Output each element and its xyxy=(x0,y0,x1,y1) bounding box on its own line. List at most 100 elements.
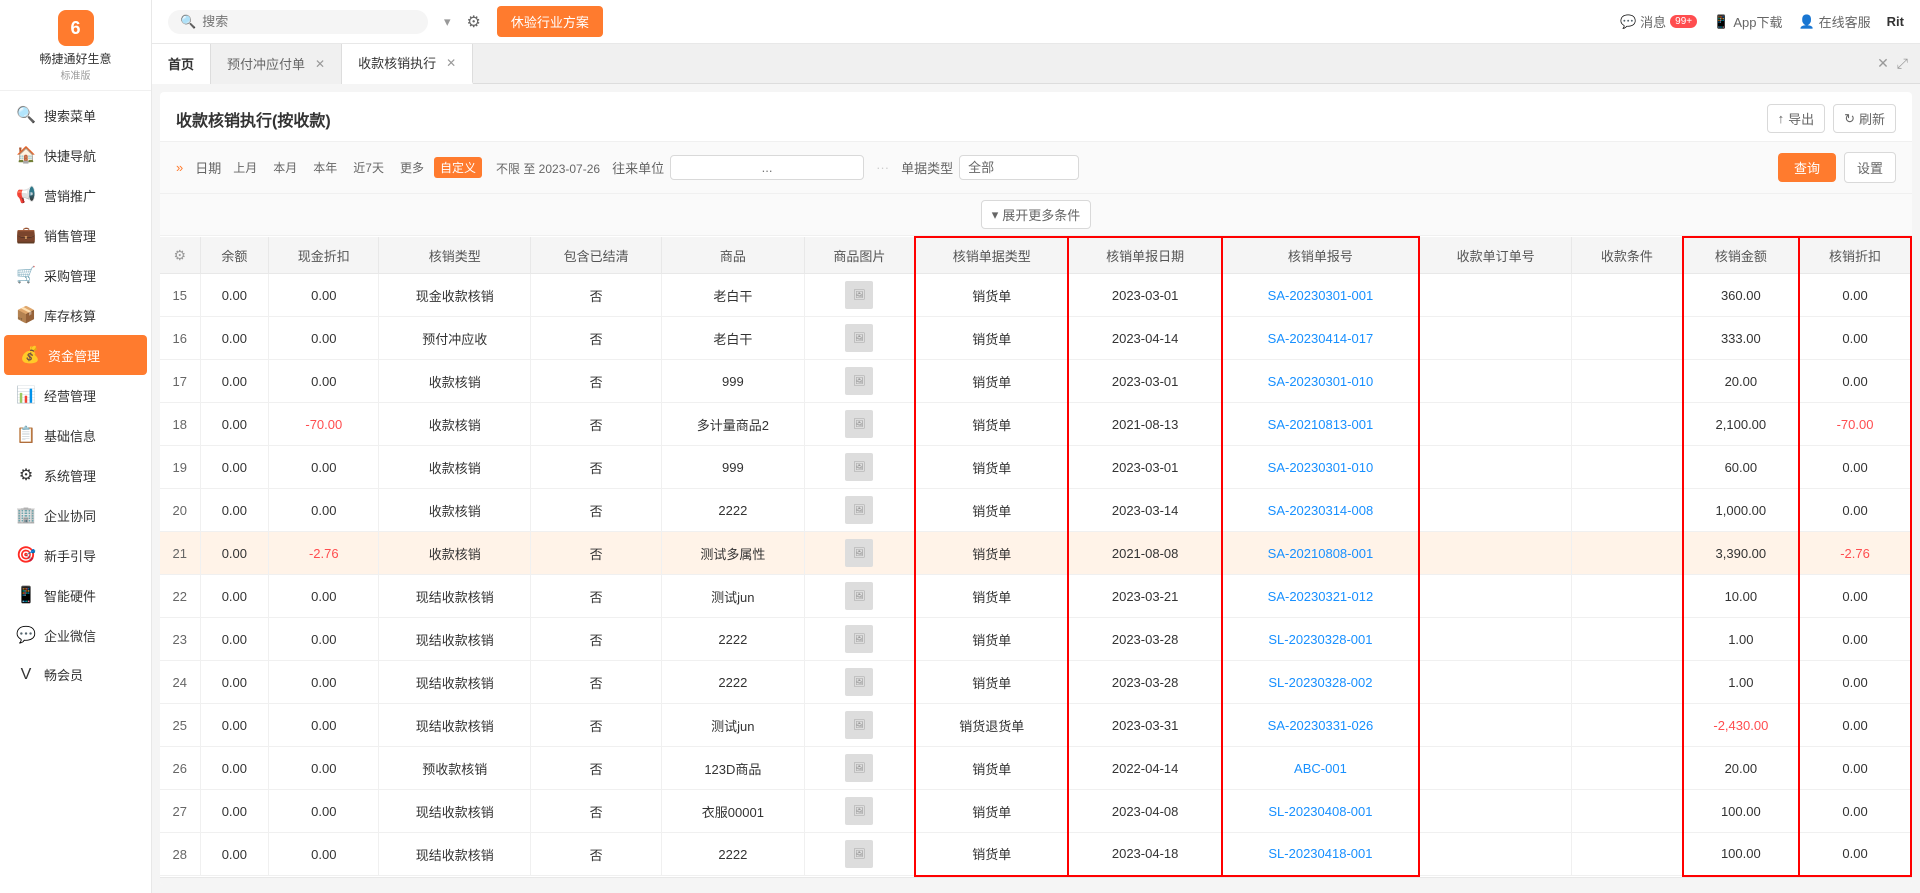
cell-cancel-voucher-no[interactable]: SA-20230301-010 xyxy=(1222,360,1419,403)
main-area: 🔍 ▾ ⚙ 休验行业方案 💬 消息 99+ 📱 App下载 👤 在线客服 Rit xyxy=(152,0,1920,893)
cell-id: 15 xyxy=(160,274,200,317)
search-input[interactable] xyxy=(202,14,382,29)
table-row[interactable]: 21 0.00 -2.76 收款核销 否 测试多属性 🖼 销货单 2021-08… xyxy=(160,532,1911,575)
filter-toggle-btn[interactable]: » xyxy=(176,160,183,175)
tab-home[interactable]: 首页 xyxy=(152,44,211,84)
cell-cancel-voucher-no[interactable]: SA-20230321-012 xyxy=(1222,575,1419,618)
table-row[interactable]: 15 0.00 0.00 现金收款核销 否 老白干 🖼 销货单 2023-03-… xyxy=(160,274,1911,317)
tab-collection-close[interactable]: ✕ xyxy=(446,56,456,70)
sidebar-item-inventory[interactable]: 📦库存核算 xyxy=(0,295,151,335)
cell-cancel-voucher-no[interactable]: SL-20230418-001 xyxy=(1222,833,1419,876)
table-row[interactable]: 16 0.00 0.00 预付冲应收 否 老白干 🖼 销货单 2023-04-1… xyxy=(160,317,1911,360)
table-row[interactable]: 17 0.00 0.00 收款核销 否 999 🖼 销货单 2023-03-01… xyxy=(160,360,1911,403)
sidebar-item-search[interactable]: 🔍搜索菜单 xyxy=(0,95,151,135)
sidebar-item-member[interactable]: V畅会员 xyxy=(0,655,151,694)
cell-cancel-voucher-no[interactable]: SA-20230301-010 xyxy=(1222,446,1419,489)
cell-cash-discount: -70.00 xyxy=(269,403,379,446)
cell-id: 17 xyxy=(160,360,200,403)
tab-expand-icon[interactable]: ⤢ xyxy=(1897,55,1908,72)
sidebar-item-marketing[interactable]: 📢营销推广 xyxy=(0,175,151,215)
cell-cancel-voucher-type: 销货单 xyxy=(915,489,1068,532)
cell-cancel-voucher-no[interactable]: SL-20230328-001 xyxy=(1222,618,1419,661)
message-area[interactable]: 💬 消息 99+ xyxy=(1620,12,1697,31)
tab-close-all-icon[interactable]: ✕ xyxy=(1877,55,1889,72)
cell-cancel-voucher-no[interactable]: SA-20230414-017 xyxy=(1222,317,1419,360)
cell-cancel-voucher-no[interactable]: SA-20230301-001 xyxy=(1222,274,1419,317)
sidebar-item-quick-nav[interactable]: 🏠快捷导航 xyxy=(0,135,151,175)
settings-icon[interactable]: ⚙ xyxy=(467,12,481,32)
date-opt-this-month[interactable]: 本月 xyxy=(267,157,303,178)
sidebar-item-sales[interactable]: 💼销售管理 xyxy=(0,215,151,255)
tab-prepay-close[interactable]: ✕ xyxy=(315,57,325,71)
col-settings-icon[interactable]: ⚙ xyxy=(173,247,186,263)
cell-product-img: 🖼 xyxy=(804,575,915,618)
cell-cancel-voucher-no[interactable]: ABC-001 xyxy=(1222,747,1419,790)
sidebar-item-corp[interactable]: 🏢企业协同 xyxy=(0,495,151,535)
cell-cancel-voucher-type: 销货单 xyxy=(915,575,1068,618)
app-download-area[interactable]: 📱 App下载 xyxy=(1713,12,1782,31)
cell-receipt-condition xyxy=(1572,661,1683,704)
table-row[interactable]: 22 0.00 0.00 现结收款核销 否 测试jun 🖼 销货单 2023-0… xyxy=(160,575,1911,618)
data-table: ⚙ 余额 现金折扣 核销类型 包含已结清 商品 商品图片 核销单据类型 核销单报… xyxy=(160,236,1912,877)
table-row[interactable]: 24 0.00 0.00 现结收款核销 否 2222 🖼 销货单 2023-03… xyxy=(160,661,1911,704)
table-row[interactable]: 26 0.00 0.00 预收款核销 否 123D商品 🖼 销货单 2022-0… xyxy=(160,747,1911,790)
expand-more-btn[interactable]: ▾ 展开更多条件 xyxy=(981,200,1092,229)
cell-cash-discount: 0.00 xyxy=(269,446,379,489)
cell-cancel-voucher-no[interactable]: SL-20230328-002 xyxy=(1222,661,1419,704)
date-opt-prev-month[interactable]: 上月 xyxy=(227,157,263,178)
sidebar-item-finance[interactable]: 💰资金管理 xyxy=(4,335,147,375)
topbar: 🔍 ▾ ⚙ 休验行业方案 💬 消息 99+ 📱 App下载 👤 在线客服 Rit xyxy=(152,0,1920,44)
cell-product-img: 🖼 xyxy=(804,446,915,489)
cell-cancel-discount: 0.00 xyxy=(1799,274,1911,317)
cell-cancel-voucher-no[interactable]: SA-20210808-001 xyxy=(1222,532,1419,575)
col-header-cash-discount: 现金折扣 xyxy=(269,237,379,274)
cell-id: 25 xyxy=(160,704,200,747)
table-row[interactable]: 20 0.00 0.00 收款核销 否 2222 🖼 销货单 2023-03-1… xyxy=(160,489,1911,532)
date-opt-7days[interactable]: 近7天 xyxy=(347,157,390,178)
sidebar-item-wechat[interactable]: 💬企业微信 xyxy=(0,615,151,655)
sidebar-item-system[interactable]: ⚙系统管理 xyxy=(0,455,151,495)
date-opt-this-year[interactable]: 本年 xyxy=(307,157,343,178)
cell-cancel-voucher-date: 2023-03-01 xyxy=(1068,446,1221,489)
online-service-area[interactable]: 👤 在线客服 xyxy=(1798,12,1870,31)
industry-btn[interactable]: 休验行业方案 xyxy=(497,6,603,37)
table-row[interactable]: 19 0.00 0.00 收款核销 否 999 🖼 销货单 2023-03-01… xyxy=(160,446,1911,489)
tab-prepay[interactable]: 预付冲应付单 ✕ xyxy=(211,44,342,84)
cell-product: 123D商品 xyxy=(662,747,805,790)
tab-collection[interactable]: 收款核销执行 ✕ xyxy=(342,44,473,84)
table-row[interactable]: 23 0.00 0.00 现结收款核销 否 2222 🖼 销货单 2023-03… xyxy=(160,618,1911,661)
cell-cancel-voucher-no[interactable]: SL-20230408-001 xyxy=(1222,790,1419,833)
sidebar-item-guide[interactable]: 🎯新手引导 xyxy=(0,535,151,575)
cell-cancel-amount: 333.00 xyxy=(1683,317,1799,360)
table-row[interactable]: 25 0.00 0.00 现结收款核销 否 测试jun 🖼 销货退货单 2023… xyxy=(160,704,1911,747)
date-opt-custom[interactable]: 自定义 xyxy=(434,157,482,178)
table-row[interactable]: 28 0.00 0.00 现结收款核销 否 2222 🖼 销货单 2023-04… xyxy=(160,833,1911,876)
sidebar-item-basic[interactable]: 📋基础信息 xyxy=(0,415,151,455)
cell-cancel-voucher-no[interactable]: SA-20230314-008 xyxy=(1222,489,1419,532)
cell-product: 多计量商品2 xyxy=(662,403,805,446)
cell-id: 27 xyxy=(160,790,200,833)
cell-cancel-voucher-no[interactable]: SA-20230331-026 xyxy=(1222,704,1419,747)
sidebar-item-hardware[interactable]: 📱智能硬件 xyxy=(0,575,151,615)
refresh-button[interactable]: ↻ 刷新 xyxy=(1833,104,1896,133)
cell-product-img: 🖼 xyxy=(804,317,915,360)
cell-cancel-voucher-date: 2021-08-13 xyxy=(1068,403,1221,446)
cell-product: 老白干 xyxy=(662,317,805,360)
counterpart-input[interactable] xyxy=(670,155,864,180)
cell-cancel-amount: 360.00 xyxy=(1683,274,1799,317)
table-row[interactable]: 27 0.00 0.00 现结收款核销 否 衣服00001 🖼 销货单 2023… xyxy=(160,790,1911,833)
cell-cancel-voucher-no[interactable]: SA-20210813-001 xyxy=(1222,403,1419,446)
cell-balance: 0.00 xyxy=(200,317,269,360)
search-button[interactable]: 查询 xyxy=(1778,153,1836,182)
table-row[interactable]: 18 0.00 -70.00 收款核销 否 多计量商品2 🖼 销货单 2021-… xyxy=(160,403,1911,446)
system-label: 系统管理 xyxy=(44,466,96,485)
setting-button[interactable]: 设置 xyxy=(1844,152,1896,183)
topbar-search-box[interactable]: 🔍 xyxy=(168,10,428,34)
sidebar-item-purchase[interactable]: 🛒采购管理 xyxy=(0,255,151,295)
voucher-type-select[interactable]: 全部 销货单 销货退货单 xyxy=(959,155,1079,180)
cell-include-settled: 否 xyxy=(531,274,662,317)
date-opt-more[interactable]: 更多 xyxy=(394,157,430,178)
cell-product-img: 🖼 xyxy=(804,790,915,833)
sidebar-item-operation[interactable]: 📊经营管理 xyxy=(0,375,151,415)
export-button[interactable]: ↑ 导出 xyxy=(1767,104,1826,133)
